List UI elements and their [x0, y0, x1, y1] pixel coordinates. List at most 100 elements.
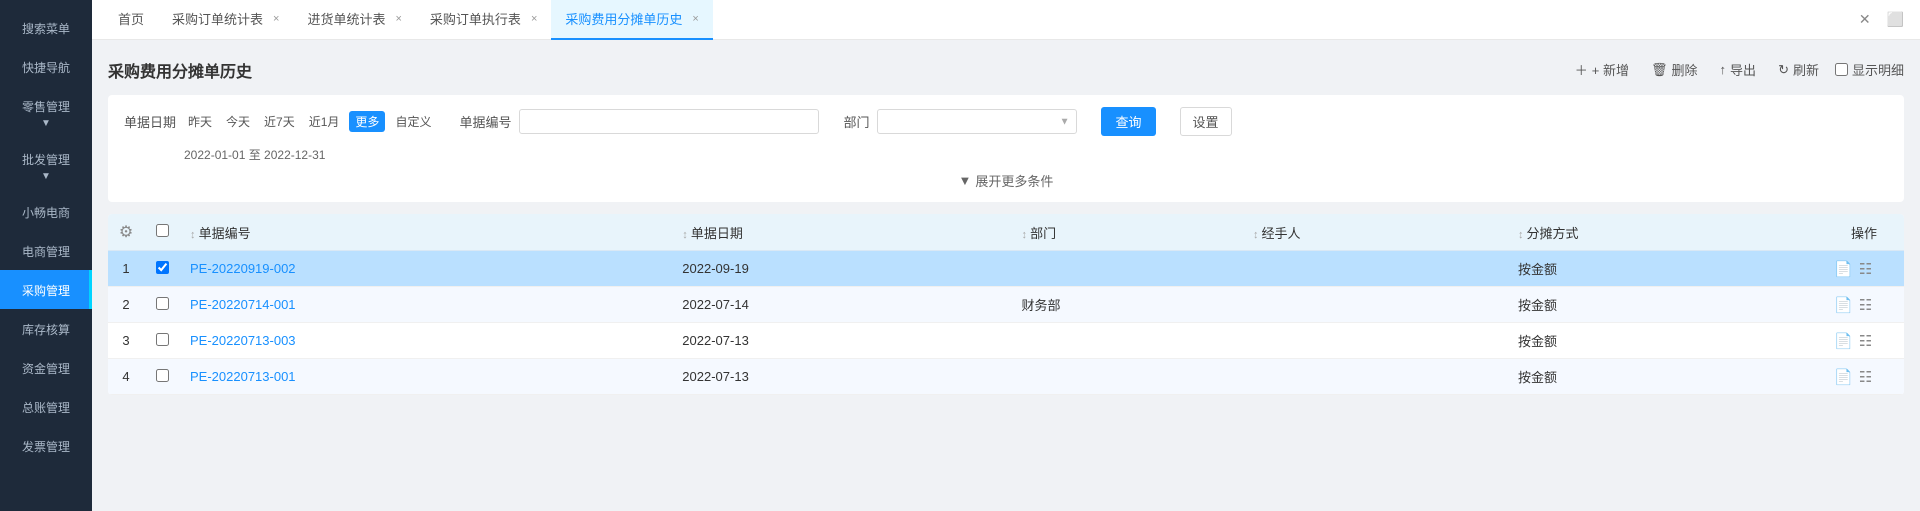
- tab-purchase-exec[interactable]: 采购订单执行表×: [416, 0, 551, 40]
- sidebar-item-wholesale-mgmt[interactable]: 批发管理 ▼: [0, 139, 92, 192]
- view-icon[interactable]: 📄: [1834, 368, 1853, 386]
- refresh-icon: ↻: [1778, 62, 1789, 78]
- tab-label-purchase-stats: 采购订单统计表: [172, 9, 263, 28]
- sidebar-item-retail-mgmt[interactable]: 零售管理 ▼: [0, 86, 92, 139]
- table-row: 2PE-20220714-0012022-07-14财务部按金额📄☷: [108, 287, 1904, 323]
- cell-handler: [1243, 251, 1508, 287]
- edit-icon[interactable]: ☷: [1859, 296, 1872, 314]
- select-all-checkbox[interactable]: [156, 224, 169, 237]
- row-checkbox-1[interactable]: [156, 261, 169, 274]
- shortcut-yesterday[interactable]: 昨天: [184, 111, 216, 132]
- shortcut-7days[interactable]: 近7天: [260, 111, 299, 132]
- doc-number-link[interactable]: PE-20220713-001: [190, 369, 296, 384]
- cell-split-method: 按金额: [1508, 287, 1824, 323]
- cell-index: 4: [108, 359, 144, 395]
- doc-number-link[interactable]: PE-20220714-001: [190, 297, 296, 312]
- sidebar-label-purchase-mgmt: 采购管理: [4, 282, 88, 299]
- tab-bar: 首页采购订单统计表×进货单统计表×采购订单执行表×采购费用分摊单历史× ✕ ⬜: [92, 0, 1920, 40]
- cell-doc-number: PE-20220713-001: [180, 359, 672, 395]
- row-checkbox-2[interactable]: [156, 297, 169, 310]
- cell-handler: [1243, 287, 1508, 323]
- sidebar-item-funds-mgmt[interactable]: 资金管理: [0, 348, 92, 387]
- doc-number-link[interactable]: PE-20220713-003: [190, 333, 296, 348]
- department-select[interactable]: 财务部: [877, 109, 1077, 134]
- close-window-button[interactable]: ✕: [1855, 9, 1875, 30]
- table-row: 3PE-20220713-0032022-07-13按金额📄☷: [108, 323, 1904, 359]
- cell-split-method: 按金额: [1508, 359, 1824, 395]
- sidebar-item-ledger-mgmt[interactable]: 总账管理: [0, 387, 92, 426]
- delete-button[interactable]: 🗑 删除: [1645, 56, 1704, 83]
- table-row: 4PE-20220713-0012022-07-13按金额📄☷: [108, 359, 1904, 395]
- show-columns-label[interactable]: 显示明细: [1835, 60, 1904, 79]
- tab-close-purchase-exec[interactable]: ×: [531, 13, 537, 25]
- table-header: ⚙ 单据编号 单据日期 部门 经手人 分摊方式 操作: [108, 214, 1904, 251]
- cell-doc-date: 2022-07-13: [672, 323, 1011, 359]
- tab-close-purchase-stats[interactable]: ×: [273, 13, 279, 25]
- col-doc-number[interactable]: 单据编号: [180, 214, 672, 251]
- tab-purchase-history[interactable]: 采购费用分摊单历史×: [551, 0, 712, 40]
- edit-icon[interactable]: ☷: [1859, 260, 1872, 278]
- col-operations: 操作: [1824, 214, 1904, 251]
- settings-icon[interactable]: ⚙: [119, 224, 133, 241]
- shortcut-today[interactable]: 今天: [222, 111, 254, 132]
- tab-close-stock-stats[interactable]: ×: [395, 13, 401, 25]
- cell-checkbox: [144, 359, 180, 395]
- edit-icon[interactable]: ☷: [1859, 368, 1872, 386]
- department-label: 部门: [843, 112, 869, 131]
- delete-icon: 🗑: [1651, 62, 1668, 78]
- col-department[interactable]: 部门: [1012, 214, 1243, 251]
- page-title: 采购费用分摊单历史: [108, 58, 252, 82]
- expand-more-button[interactable]: ▼ 展开更多条件: [124, 171, 1888, 190]
- cell-index: 3: [108, 323, 144, 359]
- sidebar-item-ecommerce-mgmt[interactable]: 电商管理: [0, 231, 92, 270]
- tab-home[interactable]: 首页: [104, 0, 158, 40]
- tab-close-purchase-history[interactable]: ×: [692, 13, 698, 25]
- date-range-display: 2022-01-01 至 2022-12-31: [184, 146, 325, 163]
- maximize-window-button[interactable]: ⬜: [1883, 9, 1908, 30]
- show-columns-checkbox[interactable]: [1835, 63, 1848, 76]
- sidebar-item-purchase-mgmt[interactable]: 采购管理: [0, 270, 92, 309]
- doc-number-input[interactable]: [519, 109, 819, 134]
- view-icon[interactable]: 📄: [1834, 332, 1853, 350]
- cell-doc-number: PE-20220919-002: [180, 251, 672, 287]
- doc-number-link[interactable]: PE-20220919-002: [190, 261, 296, 276]
- cell-department: 财务部: [1012, 287, 1243, 323]
- shortcut-1month[interactable]: 近1月: [305, 111, 344, 132]
- settings-button[interactable]: 设置: [1180, 107, 1232, 136]
- cell-doc-date: 2022-09-19: [672, 251, 1011, 287]
- view-icon[interactable]: 📄: [1834, 260, 1853, 278]
- cell-index: 1: [108, 251, 144, 287]
- row-checkbox-4[interactable]: [156, 369, 169, 382]
- row-checkbox-3[interactable]: [156, 333, 169, 346]
- sidebar-label-inventory: 库存核算: [4, 321, 88, 338]
- sidebar-item-inventory[interactable]: 库存核算: [0, 309, 92, 348]
- col-checkbox-all: [144, 214, 180, 251]
- edit-icon[interactable]: ☷: [1859, 332, 1872, 350]
- sidebar-item-invoice-mgmt[interactable]: 发票管理: [0, 426, 92, 465]
- tab-stock-stats[interactable]: 进货单统计表×: [293, 0, 415, 40]
- view-icon[interactable]: 📄: [1834, 296, 1853, 314]
- shortcut-more[interactable]: 更多: [349, 111, 385, 132]
- export-button[interactable]: ↑ 导出: [1714, 56, 1763, 83]
- add-icon: ＋: [1575, 60, 1588, 79]
- col-doc-date[interactable]: 单据日期: [672, 214, 1011, 251]
- tab-purchase-stats[interactable]: 采购订单统计表 ×: [158, 0, 293, 40]
- sidebar-item-ecommerce[interactable]: 小畅电商: [0, 192, 92, 231]
- data-table: ⚙ 单据编号 单据日期 部门 经手人 分摊方式 操作 1PE-202209: [108, 214, 1904, 395]
- header-actions: ＋ + 新增 🗑 删除 ↑ 导出 ↻ 刷新 显示明细: [1569, 56, 1904, 83]
- sidebar-item-quick-nav[interactable]: 快捷导航: [0, 47, 92, 86]
- col-split-method[interactable]: 分摊方式: [1508, 214, 1824, 251]
- cell-handler: [1243, 359, 1508, 395]
- department-select-wrapper: 财务部: [877, 109, 1077, 134]
- add-button[interactable]: ＋ + 新增: [1569, 56, 1635, 83]
- doc-number-label: 单据编号: [459, 112, 511, 131]
- search-button[interactable]: 查询: [1101, 107, 1155, 136]
- refresh-button[interactable]: ↻ 刷新: [1772, 56, 1825, 83]
- cell-checkbox: [144, 251, 180, 287]
- cell-doc-date: 2022-07-13: [672, 359, 1011, 395]
- col-handler[interactable]: 经手人: [1243, 214, 1508, 251]
- cell-operations: 📄☷: [1824, 359, 1904, 395]
- table-container: ⚙ 单据编号 单据日期 部门 经手人 分摊方式 操作 1PE-202209: [108, 214, 1904, 395]
- shortcut-custom[interactable]: 自定义: [391, 111, 435, 132]
- sidebar-item-search-menu[interactable]: 搜索菜单: [0, 8, 92, 47]
